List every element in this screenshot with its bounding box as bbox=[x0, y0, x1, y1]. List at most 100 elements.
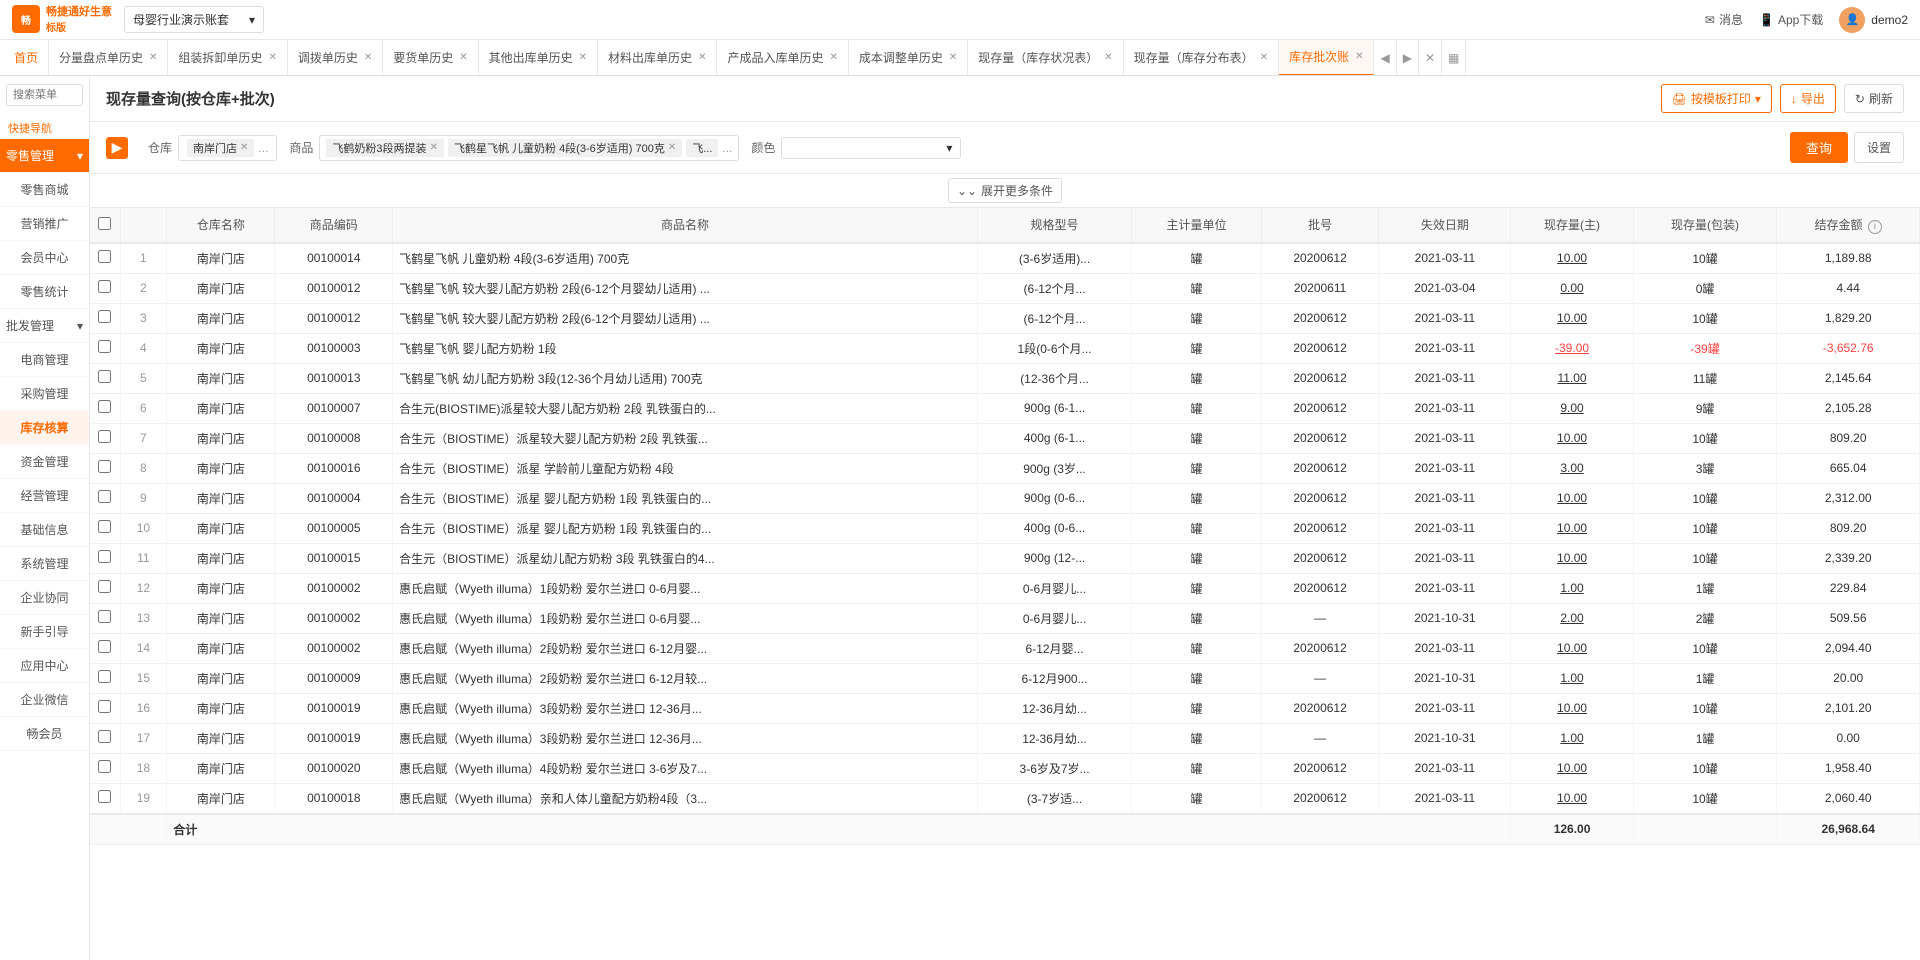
tab-diaopo[interactable]: 调拨单历史 ✕ bbox=[288, 40, 383, 76]
sidebar-item-retail[interactable]: 零售管理 ▾ bbox=[0, 139, 89, 173]
tab-xianzai-status[interactable]: 现存量（库存状况表） ✕ bbox=[968, 40, 1123, 76]
product-filter-input[interactable]: 飞鹤奶粉3段两提装 ✕ 飞鹤星飞帆 儿童奶粉 4段(3-6岁适用) 700克 ✕… bbox=[319, 135, 739, 161]
td-stock-main[interactable]: 1.00 bbox=[1511, 723, 1633, 753]
sidebar-item-newguide[interactable]: 新手引导 bbox=[0, 615, 89, 649]
td-stock-main[interactable]: 10.00 bbox=[1511, 423, 1633, 453]
td-stock-main[interactable]: 10.00 bbox=[1511, 753, 1633, 783]
sidebar-item-purchase[interactable]: 采购管理 bbox=[0, 377, 89, 411]
sidebar-item-business[interactable]: 经营管理 bbox=[0, 479, 89, 513]
sidebar-item-vip[interactable]: 畅会员 bbox=[0, 717, 89, 751]
row-checkbox[interactable] bbox=[98, 790, 111, 803]
tab-chengben[interactable]: 成本调整单历史 ✕ bbox=[849, 40, 968, 76]
row-checkbox[interactable] bbox=[98, 340, 111, 353]
td-checkbox[interactable] bbox=[90, 573, 120, 603]
sidebar-item-retail-shop[interactable]: 零售商城 bbox=[0, 173, 89, 207]
td-checkbox[interactable] bbox=[90, 273, 120, 303]
sidebar-item-appcenter[interactable]: 应用中心 bbox=[0, 649, 89, 683]
row-checkbox[interactable] bbox=[98, 520, 111, 533]
print-btn[interactable]: 🖨 按模板打印 ▾ bbox=[1661, 84, 1772, 113]
td-stock-main[interactable]: 10.00 bbox=[1511, 513, 1633, 543]
remove-product-tag-2[interactable]: ✕ bbox=[668, 142, 676, 153]
close-icon[interactable]: ✕ bbox=[459, 52, 467, 63]
td-stock-main[interactable]: 3.00 bbox=[1511, 453, 1633, 483]
refresh-btn[interactable]: ↻ 刷新 bbox=[1844, 84, 1904, 113]
sidebar-item-enterprise[interactable]: 企业协同 bbox=[0, 581, 89, 615]
row-checkbox[interactable] bbox=[98, 250, 111, 263]
td-stock-main[interactable]: -39.00 bbox=[1511, 333, 1633, 363]
tab-fenpan[interactable]: 分量盘点单历史 ✕ bbox=[49, 40, 168, 76]
td-checkbox[interactable] bbox=[90, 693, 120, 723]
row-checkbox[interactable] bbox=[98, 400, 111, 413]
td-stock-main[interactable]: 10.00 bbox=[1511, 303, 1633, 333]
remove-product-tag-1[interactable]: ✕ bbox=[430, 142, 438, 153]
tab-yaohuo[interactable]: 要货单历史 ✕ bbox=[383, 40, 478, 76]
td-stock-main[interactable]: 1.00 bbox=[1511, 573, 1633, 603]
row-checkbox[interactable] bbox=[98, 760, 111, 773]
td-stock-main[interactable]: 10.00 bbox=[1511, 693, 1633, 723]
td-stock-main[interactable]: 10.00 bbox=[1511, 543, 1633, 573]
close-icon[interactable]: ✕ bbox=[1355, 51, 1363, 62]
tab-qitachu[interactable]: 其他出库单历史 ✕ bbox=[479, 40, 598, 76]
tab-close-btn[interactable]: ✕ bbox=[1419, 40, 1442, 76]
td-stock-main[interactable]: 1.00 bbox=[1511, 663, 1633, 693]
td-checkbox[interactable] bbox=[90, 543, 120, 573]
row-checkbox[interactable] bbox=[98, 670, 111, 683]
close-icon[interactable]: ✕ bbox=[268, 52, 276, 63]
td-stock-main[interactable]: 2.00 bbox=[1511, 603, 1633, 633]
td-stock-main[interactable]: 11.00 bbox=[1511, 363, 1633, 393]
td-checkbox[interactable] bbox=[90, 663, 120, 693]
close-icon[interactable]: ✕ bbox=[579, 52, 587, 63]
tab-xianzai-distr[interactable]: 现存量（库存分布表） ✕ bbox=[1124, 40, 1279, 76]
close-icon[interactable]: ✕ bbox=[1104, 52, 1112, 63]
tab-zuhe[interactable]: 组装拆卸单历史 ✕ bbox=[168, 40, 287, 76]
th-checkbox[interactable] bbox=[90, 208, 120, 243]
row-checkbox[interactable] bbox=[98, 280, 111, 293]
tab-menu-btn[interactable]: ▦ bbox=[1442, 40, 1466, 76]
select-all-checkbox[interactable] bbox=[98, 217, 111, 230]
export-btn[interactable]: ↓ 导出 bbox=[1780, 84, 1836, 113]
setting-button[interactable]: 设置 bbox=[1854, 132, 1904, 163]
td-checkbox[interactable] bbox=[90, 453, 120, 483]
warehouse-more-icon[interactable]: ... bbox=[258, 141, 268, 155]
warehouse-filter-input[interactable]: 南岸门店 ✕ ... bbox=[178, 135, 277, 161]
close-icon[interactable]: ✕ bbox=[149, 52, 157, 63]
expand-more-btn[interactable]: ⌄⌄ 展开更多条件 bbox=[948, 178, 1062, 203]
close-icon[interactable]: ✕ bbox=[1260, 52, 1268, 63]
sidebar-item-inventory[interactable]: 库存核算 bbox=[0, 411, 89, 445]
sidebar-item-ecommerce[interactable]: 电商管理 bbox=[0, 343, 89, 377]
row-checkbox[interactable] bbox=[98, 460, 111, 473]
td-stock-main[interactable]: 10.00 bbox=[1511, 783, 1633, 814]
td-checkbox[interactable] bbox=[90, 363, 120, 393]
td-checkbox[interactable] bbox=[90, 243, 120, 274]
balance-info-icon[interactable]: i bbox=[1868, 220, 1882, 234]
sidebar-item-marketing[interactable]: 营销推广 bbox=[0, 207, 89, 241]
td-stock-main[interactable]: 9.00 bbox=[1511, 393, 1633, 423]
message-btn[interactable]: ✉ 消息 bbox=[1705, 11, 1743, 28]
td-checkbox[interactable] bbox=[90, 423, 120, 453]
product-more-icon[interactable]: ... bbox=[722, 141, 732, 155]
td-checkbox[interactable] bbox=[90, 783, 120, 814]
tab-chanpin[interactable]: 产成品入库单历史 ✕ bbox=[717, 40, 848, 76]
close-icon[interactable]: ✕ bbox=[949, 52, 957, 63]
tab-home[interactable]: 首页 bbox=[4, 40, 49, 76]
td-checkbox[interactable] bbox=[90, 303, 120, 333]
row-checkbox[interactable] bbox=[98, 700, 111, 713]
sidebar-quick-nav[interactable]: 快捷导航 bbox=[0, 114, 89, 139]
td-checkbox[interactable] bbox=[90, 393, 120, 423]
tab-prev-btn[interactable]: ◀ bbox=[1374, 40, 1396, 76]
sidebar-item-system[interactable]: 系统管理 bbox=[0, 547, 89, 581]
sidebar-item-wechat[interactable]: 企业微信 bbox=[0, 683, 89, 717]
row-checkbox[interactable] bbox=[98, 490, 111, 503]
row-checkbox[interactable] bbox=[98, 430, 111, 443]
warehouse-selector[interactable]: 母婴行业演示账套 ▾ bbox=[124, 6, 264, 33]
filter-expand-btn[interactable]: ▶ bbox=[106, 137, 128, 159]
sidebar-item-finance[interactable]: 资金管理 bbox=[0, 445, 89, 479]
sidebar-item-member[interactable]: 会员中心 bbox=[0, 241, 89, 275]
td-checkbox[interactable] bbox=[90, 753, 120, 783]
tab-kucan-pici[interactable]: 库存批次账 ✕ bbox=[1279, 40, 1374, 76]
close-icon[interactable]: ✕ bbox=[829, 52, 837, 63]
close-icon[interactable]: ✕ bbox=[698, 52, 706, 63]
td-checkbox[interactable] bbox=[90, 603, 120, 633]
td-stock-main[interactable]: 0.00 bbox=[1511, 273, 1633, 303]
user-area[interactable]: 👤 demo2 bbox=[1839, 7, 1908, 33]
